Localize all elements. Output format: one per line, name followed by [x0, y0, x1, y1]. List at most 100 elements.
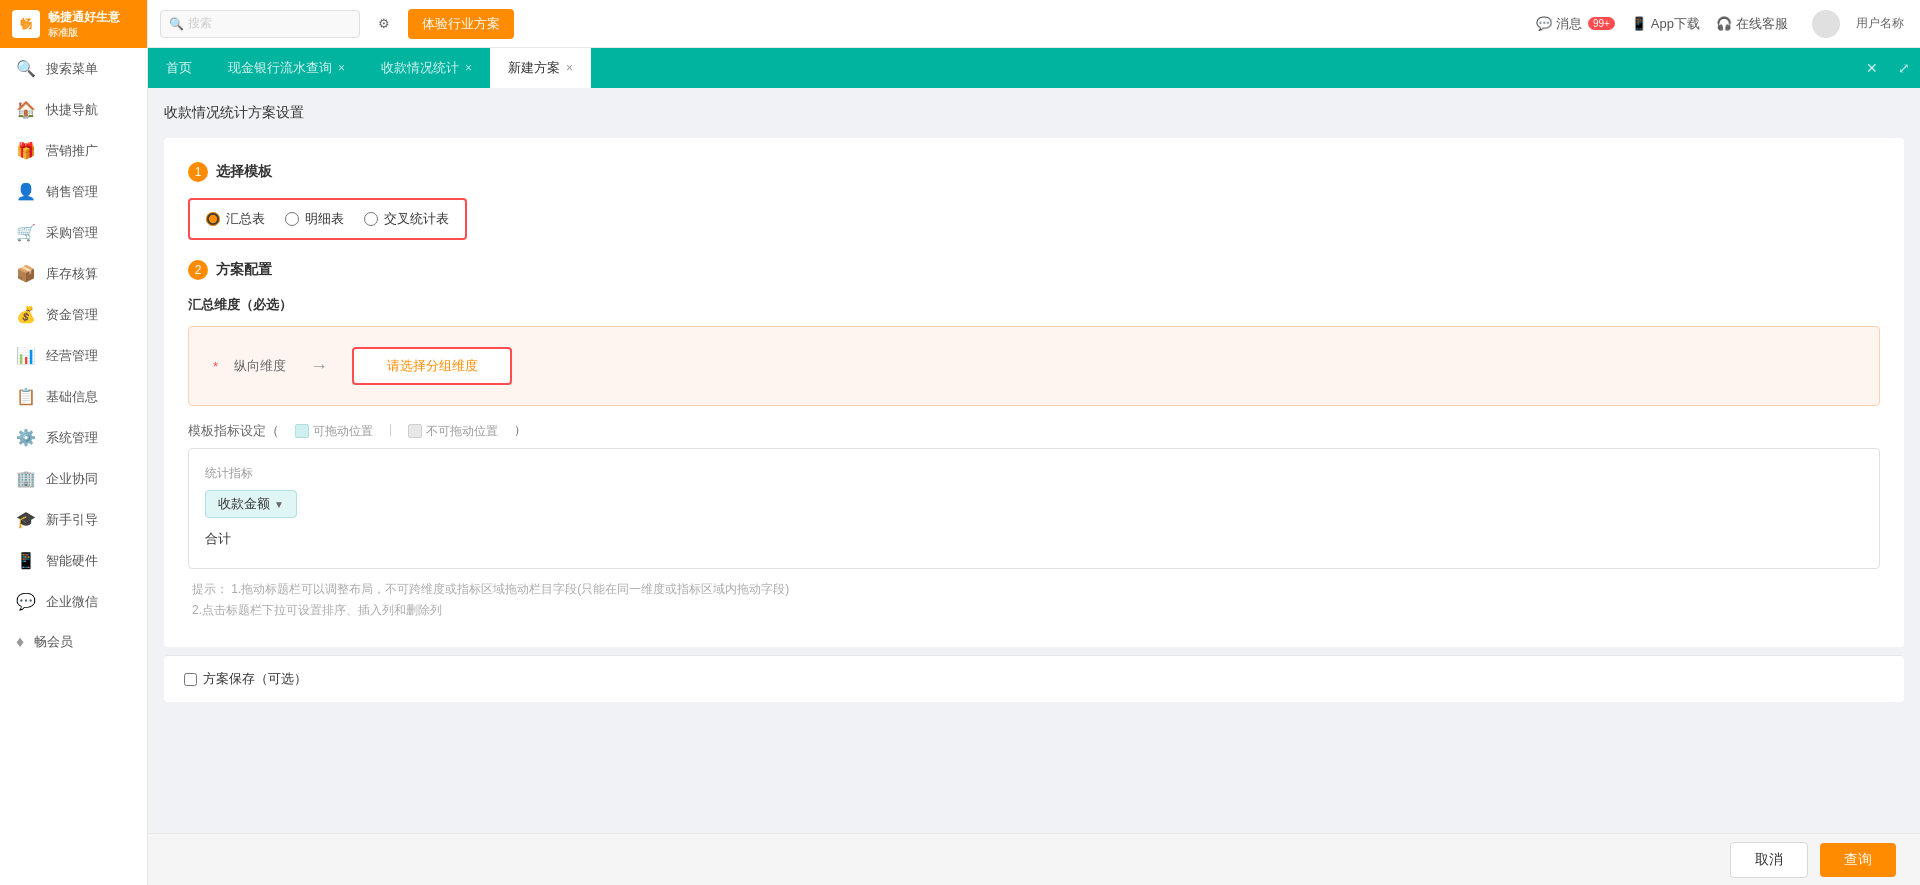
tab-new-plan-label: 新建方案	[508, 59, 560, 77]
bottom-bar: 取消 查询	[148, 833, 1920, 885]
sidebar-item-fund[interactable]: 💰 资金管理	[0, 294, 147, 335]
sidebar-item-guide[interactable]: 🎓 新手引导	[0, 499, 147, 540]
notification-label: 消息	[1556, 15, 1582, 33]
sidebar-item-wechat[interactable]: 💬 企业微信	[0, 581, 147, 622]
sidebar-item-sales[interactable]: 👤 销售管理	[0, 171, 147, 212]
sidebar-item-marketing[interactable]: 🎁 营销推广	[0, 130, 147, 171]
fixed-indicator	[408, 424, 422, 438]
vertical-dimension-row: * 纵向维度 → 请选择分组维度	[213, 347, 1855, 385]
chat-icon: 💬	[16, 592, 36, 611]
search-menu-icon: 🔍	[16, 59, 36, 78]
tab-cash-flow[interactable]: 现金银行流水查询 ×	[210, 48, 363, 88]
metric-tag-payment[interactable]: 收款金额 ▼	[205, 490, 297, 518]
clipboard-icon: 📋	[16, 387, 36, 406]
metrics-section-label: 统计指标	[205, 465, 1863, 482]
sidebar-item-enterprise[interactable]: 🏢 企业协同	[0, 458, 147, 499]
step2-section: 2 方案配置 汇总维度（必选） * 纵向维度 → 请选择分组维度 模板指	[188, 260, 1880, 619]
sidebar-item-management[interactable]: 📊 经营管理	[0, 335, 147, 376]
sidebar-item-search-menu[interactable]: 🔍 搜索菜单	[0, 48, 147, 89]
sidebar-item-system[interactable]: ⚙️ 系统管理	[0, 417, 147, 458]
service-icon: 🎧	[1716, 16, 1732, 31]
legend-fixed: 不可拖动位置	[408, 422, 498, 440]
save-plan-label: 方案保存（可选）	[203, 670, 307, 688]
sidebar-item-basic-info[interactable]: 📋 基础信息	[0, 376, 147, 417]
metrics-setting-label: 模板指标设定（	[188, 422, 279, 440]
user-icon: 👤	[16, 182, 36, 201]
maximize-button[interactable]: ⤢	[1888, 48, 1920, 88]
step2-header: 2 方案配置	[188, 260, 1880, 280]
sidebar-item-purchase[interactable]: 🛒 采购管理	[0, 212, 147, 253]
step1-header: 1 选择模板	[188, 162, 1880, 182]
template-option-summary[interactable]: 汇总表	[206, 210, 265, 228]
sidebar-item-label: 企业微信	[46, 593, 98, 611]
close-tab-collection-stats-icon[interactable]: ×	[465, 61, 472, 75]
download-label: App下载	[1651, 15, 1700, 33]
header-left: 🔍 搜索 ⚙ 体验行业方案	[148, 8, 1536, 40]
message-icon: 💬	[1536, 16, 1552, 31]
tab-collection-stats[interactable]: 收款情况统计 ×	[363, 48, 490, 88]
save-plan-checkbox[interactable]	[184, 673, 197, 686]
logo-icon: 畅	[12, 10, 40, 38]
gift-icon: 🎁	[16, 141, 36, 160]
close-tab-cash-flow-icon[interactable]: ×	[338, 61, 345, 75]
close-window-button[interactable]: ✕	[1856, 48, 1888, 88]
template-radio-cross[interactable]	[364, 212, 378, 226]
metric-total-label: 合计	[205, 526, 1863, 552]
template-options: 汇总表 明细表 交叉统计表	[188, 198, 467, 240]
step2-badge: 2	[188, 260, 208, 280]
template-detail-label: 明细表	[305, 210, 344, 228]
step1-title: 选择模板	[216, 163, 272, 181]
header-right: 💬 消息 99+ 📱 App下载 🎧 在线客服 用户名称	[1536, 10, 1920, 38]
box-icon: 📦	[16, 264, 36, 283]
template-option-cross[interactable]: 交叉统计表	[364, 210, 449, 228]
tab-home-label: 首页	[166, 59, 192, 77]
close-tab-new-plan-icon[interactable]: ×	[566, 61, 573, 75]
legend-close-paren: ）	[514, 422, 526, 440]
cancel-button[interactable]: 取消	[1730, 842, 1808, 878]
sidebar-item-quick-nav[interactable]: 🏠 快捷导航	[0, 89, 147, 130]
metrics-area: 统计指标 收款金额 ▼ 合计	[188, 448, 1880, 569]
sidebar-item-inventory[interactable]: 📦 库存核算	[0, 253, 147, 294]
metric-payment-label: 收款金额	[218, 495, 270, 513]
search-input-display[interactable]: 🔍 搜索	[160, 10, 360, 38]
tip-1: 提示： 1.拖动标题栏可以调整布局，不可跨维度或指标区域拖动栏目字段(只能在同一…	[192, 581, 1876, 598]
dimension-area: * 纵向维度 → 请选择分组维度	[188, 326, 1880, 406]
settings-button[interactable]: ⚙	[368, 8, 400, 40]
template-radio-summary[interactable]	[206, 212, 220, 226]
notification-count: 99+	[1588, 17, 1615, 30]
movable-label-text: 可拖动位置	[313, 423, 373, 440]
sidebar-item-member[interactable]: ♦ 畅会员	[0, 622, 147, 662]
online-service-button[interactable]: 🎧 在线客服	[1716, 15, 1788, 33]
user-name: 用户名称	[1856, 15, 1904, 32]
mobile-icon: 📱	[16, 551, 36, 570]
tips-section: 提示： 1.拖动标题栏可以调整布局，不可跨维度或指标区域拖动栏目字段(只能在同一…	[188, 581, 1880, 619]
user-avatar[interactable]	[1812, 10, 1840, 38]
step1-section: 1 选择模板 汇总表 明细表 交叉统计表	[188, 162, 1880, 240]
template-radio-detail[interactable]	[285, 212, 299, 226]
app-download-button[interactable]: 📱 App下载	[1631, 15, 1700, 33]
save-section: 方案保存（可选）	[164, 655, 1904, 702]
header: 🔍 搜索 ⚙ 体验行业方案 💬 消息 99+ 📱 App下载 🎧 在线客服 用户…	[148, 0, 1920, 48]
page-title: 收款情况统计方案设置	[164, 104, 1904, 122]
vertical-dimension-label: 纵向维度	[234, 357, 286, 375]
sidebar-logo: 畅 畅捷通好生意 标准版	[0, 0, 147, 48]
mortarboard-icon: 🎓	[16, 510, 36, 529]
template-cross-label: 交叉统计表	[384, 210, 449, 228]
dimension-group-label: 汇总维度（必选）	[188, 296, 1880, 314]
industry-solution-button[interactable]: 体验行业方案	[408, 9, 514, 39]
sidebar-item-hardware[interactable]: 📱 智能硬件	[0, 540, 147, 581]
tab-new-plan[interactable]: 新建方案 ×	[490, 48, 591, 88]
metrics-section: 模板指标设定（ 可拖动位置 | 不可拖动位置 ） 统计指标	[188, 422, 1880, 569]
sidebar-item-label: 采购管理	[46, 224, 98, 242]
main-content: 收款情况统计方案设置 1 选择模板 汇总表 明细表 交叉统计表	[148, 88, 1920, 885]
gear-icon: ⚙	[378, 16, 390, 31]
tab-collection-stats-label: 收款情况统计	[381, 59, 459, 77]
query-button[interactable]: 查询	[1820, 843, 1896, 877]
dimension-select-button[interactable]: 请选择分组维度	[352, 347, 512, 385]
notification-button[interactable]: 💬 消息 99+	[1536, 15, 1615, 33]
tab-home[interactable]: 首页	[148, 48, 210, 88]
template-option-detail[interactable]: 明细表	[285, 210, 344, 228]
sidebar-item-label: 系统管理	[46, 429, 98, 447]
metric-tag-row: 收款金额 ▼	[205, 490, 1863, 518]
building-icon: 🏢	[16, 469, 36, 488]
